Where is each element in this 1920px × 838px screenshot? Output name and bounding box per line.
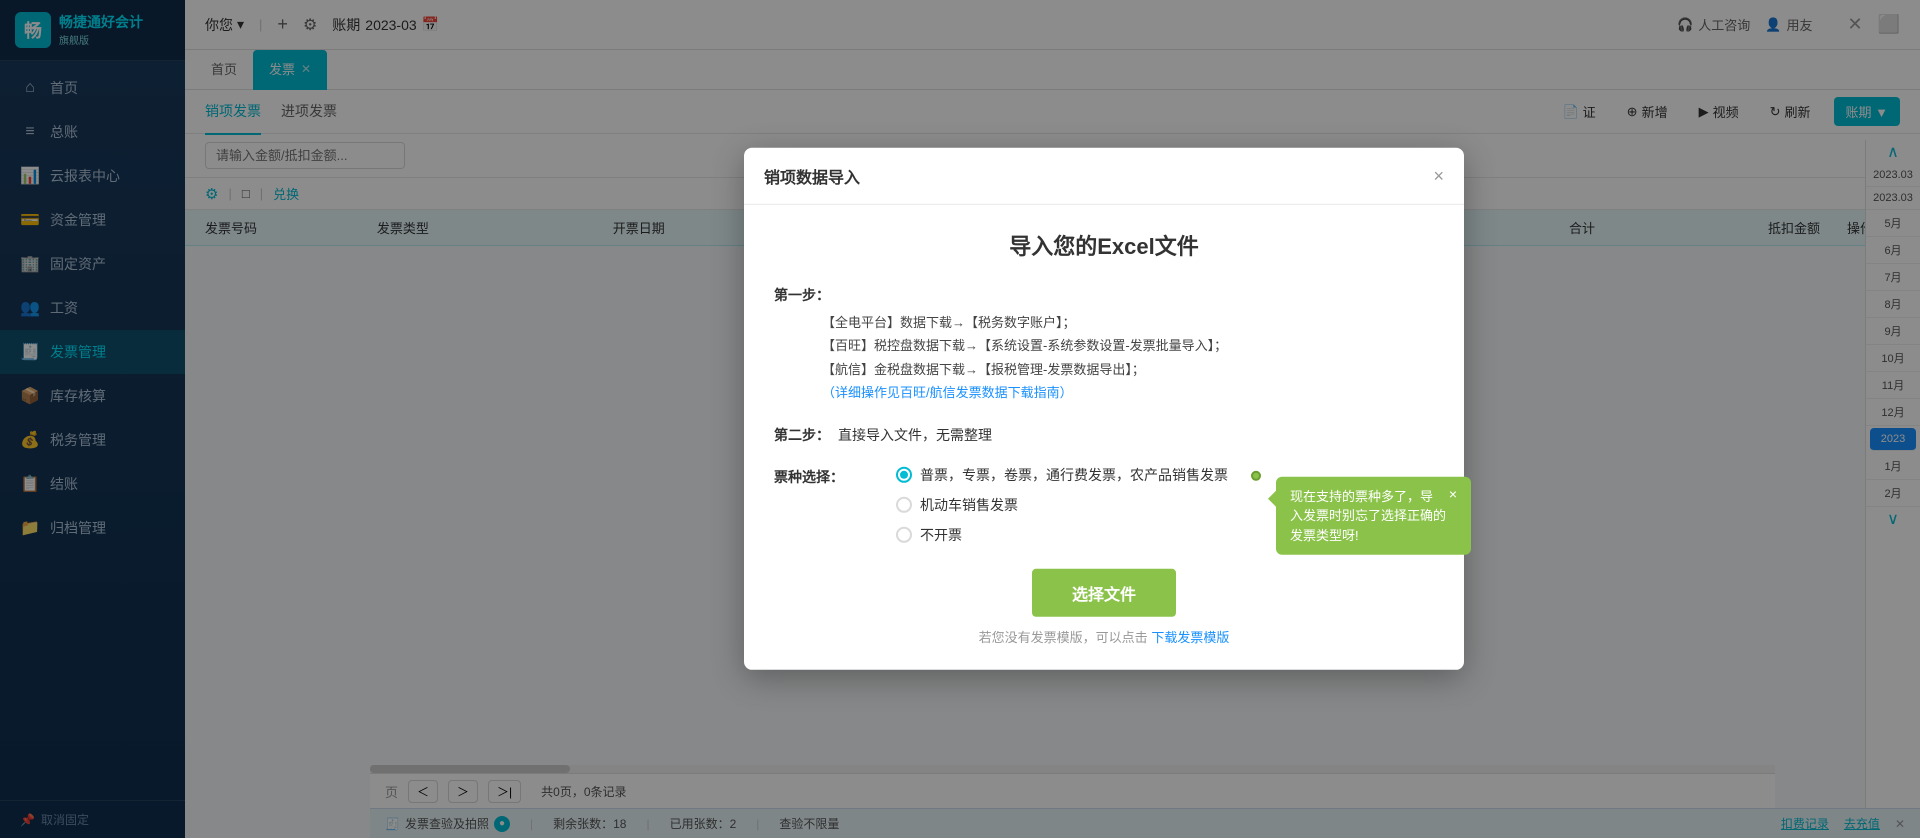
import-modal: 销项数据导入 × 导入您的Excel文件 第一步： 【全电平台】数据下载→【税务… — [744, 148, 1464, 670]
step1-content: 【全电平台】数据下载→【税务数字账户】； 【百旺】税控盘数据下载→【系统设置-系… — [822, 311, 1434, 405]
modal-title: 销项数据导入 — [764, 164, 860, 188]
modal-close-button[interactable]: × — [1433, 165, 1444, 186]
modal-body: 导入您的Excel文件 第一步： 【全电平台】数据下载→【税务数字账户】； 【百… — [744, 205, 1464, 670]
radio-circle-common — [896, 466, 912, 482]
step-2: 第二步： 直接导入文件，无需整理 — [774, 424, 1434, 444]
radio-inner-common — [900, 470, 908, 478]
radio-common[interactable]: 普票，专票，卷票，通行费发票，农产品销售发票 × 现在支持的票种多了，导入发票时… — [896, 464, 1261, 484]
import-title: 导入您的Excel文件 — [774, 229, 1434, 261]
radio-circle-motor — [896, 496, 912, 512]
ticket-select-row: 票种选择： 普票，专票，卷票，通行费发票，农产品销售发票 — [774, 464, 1434, 544]
tooltip-close-btn[interactable]: × — [1449, 486, 1457, 500]
download-template-link[interactable]: 下载发票模版 — [1151, 629, 1229, 644]
radio-none[interactable]: 不开票 — [896, 524, 1261, 544]
step1-label: 第一步： — [774, 285, 1434, 305]
ticket-select: 票种选择： 普票，专票，卷票，通行费发票，农产品销售发票 — [774, 464, 1434, 544]
tooltip-bubble: × 现在支持的票种多了，导入发票时别忘了选择正确的发票类型呀! — [1276, 476, 1471, 554]
guide-link[interactable]: （详细操作见百旺/航信发票数据下载指南） — [822, 385, 1073, 400]
radio-group: 普票，专票，卷票，通行费发票，农产品销售发票 × 现在支持的票种多了，导入发票时… — [896, 464, 1261, 544]
modal-header: 销项数据导入 × — [744, 148, 1464, 205]
modal-footer-note: 若您没有发票模版，可以点击 下载发票模版 — [774, 626, 1434, 645]
select-file-button[interactable]: 选择文件 — [1032, 568, 1176, 616]
step-1: 第一步： 【全电平台】数据下载→【税务数字账户】； 【百旺】税控盘数据下载→【系… — [774, 285, 1434, 405]
tooltip-dot — [1251, 471, 1261, 481]
radio-motor[interactable]: 机动车销售发票 — [896, 494, 1261, 514]
modal-btn-area: 选择文件 — [774, 568, 1434, 616]
step2-label: 第二步： 直接导入文件，无需整理 — [774, 424, 1434, 444]
ticket-label: 票种选择： — [774, 466, 844, 486]
radio-circle-none — [896, 526, 912, 542]
